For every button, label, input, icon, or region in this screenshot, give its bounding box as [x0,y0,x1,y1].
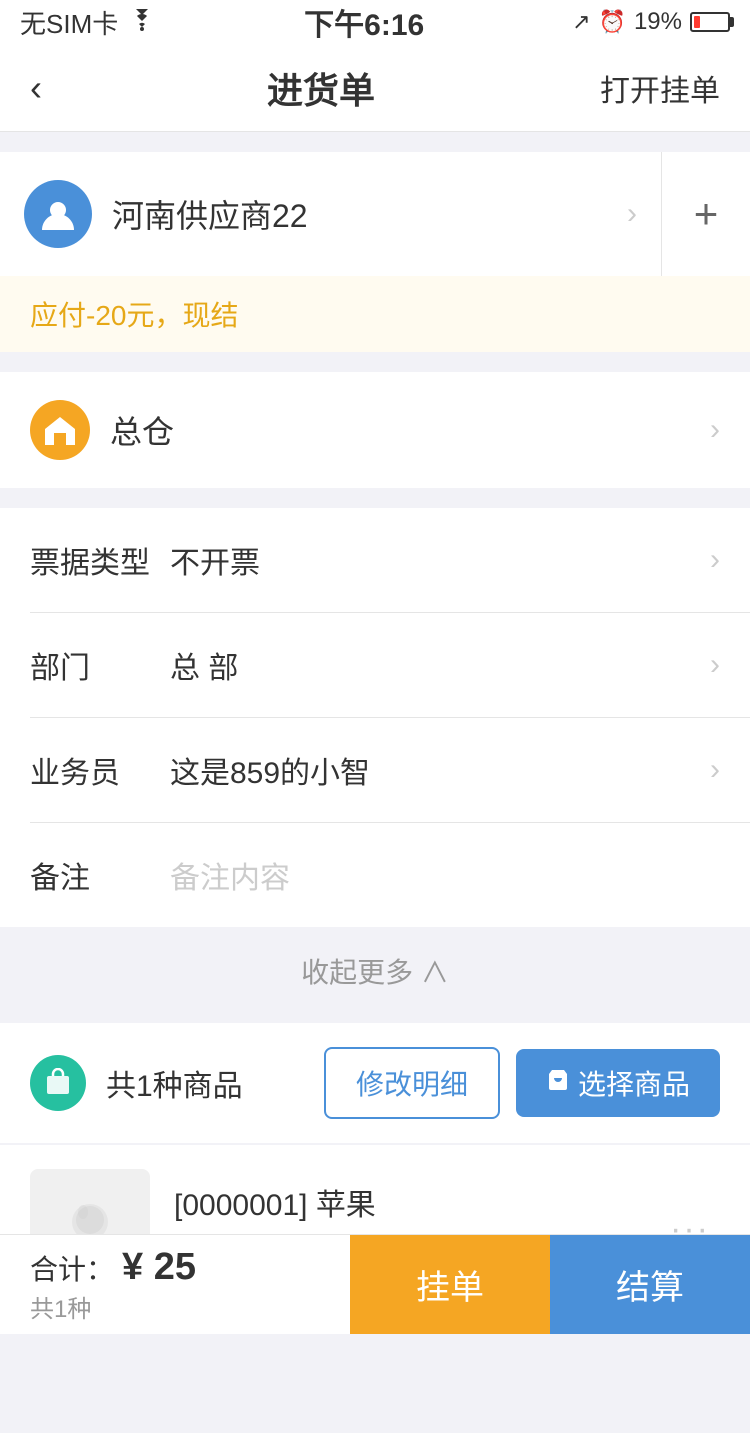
battery-percent: 19% [634,8,682,36]
status-bar: 无SIM卡 下午6:16 ↗ ⏰ 19% [0,0,750,44]
chevron-right-icon: › [627,197,637,231]
collapse-label: 收起更多 ∧ [301,951,449,991]
products-count: 共1种商品 [106,1061,324,1105]
select-product-button[interactable]: 选择商品 [516,1049,720,1117]
status-carrier: 无SIM卡 [20,4,156,41]
bottom-bar: 合计： ¥ 25 共1种 挂单 结算 [0,1234,750,1334]
supplier-name: 河南供应商22 [112,191,617,237]
notice-banner: 应付-20元，现结 [0,276,750,352]
status-indicators: ↗ ⏰ 19% [572,8,730,36]
wifi-icon [128,7,156,38]
department-value: 总 部 [170,643,700,687]
form-section: 票据类型 不开票 › 部门 总 部 › 业务员 这是859的小智 [0,508,750,927]
total-count: 共1种 [30,1289,320,1324]
total-value: ¥ 25 [122,1246,196,1289]
edit-detail-button[interactable]: 修改明细 [324,1047,500,1119]
chevron-right-icon: › [710,648,720,682]
open-pending-button[interactable]: 打开挂单 [600,66,720,110]
ticket-type-label: 票据类型 [30,538,170,582]
ticket-type-row[interactable]: 票据类型 不开票 › [0,508,750,612]
alarm-icon: ⏰ [599,9,626,35]
supplier-avatar [24,180,92,248]
warehouse-row[interactable]: 总仓 › [0,372,750,488]
supplier-select-row[interactable]: 河南供应商22 › [0,152,662,276]
ticket-type-value: 不开票 [170,538,700,582]
salesperson-value: 这是859的小智 [170,748,700,792]
warehouse-name: 总仓 [110,407,700,453]
chevron-right-icon: › [710,753,720,787]
checkout-button[interactable]: 结算 [550,1235,750,1334]
department-label: 部门 [30,643,170,687]
notice-text: 应付-20元，现结 [30,300,238,331]
remark-row[interactable]: 备注 备注内容 [0,823,750,927]
page-title: 进货单 [267,62,375,114]
salesperson-label: 业务员 [30,748,170,792]
supplier-section: 河南供应商22 › + [0,152,750,276]
battery-icon [690,12,730,32]
add-supplier-button[interactable]: + [662,152,750,276]
total-section: 合计： ¥ 25 共1种 [0,1235,350,1334]
status-time: 下午6:16 [304,0,424,44]
products-icon [30,1055,86,1111]
cart-icon [546,1067,570,1099]
nav-bar: ‹ 进货单 打开挂单 [0,44,750,132]
total-label: 合计： [30,1248,114,1288]
salesperson-row[interactable]: 业务员 这是859的小智 › [0,718,750,822]
department-row[interactable]: 部门 总 部 › [0,613,750,717]
back-button[interactable]: ‹ [30,67,42,109]
chevron-right-icon: › [710,543,720,577]
chevron-right-icon: › [710,413,720,447]
hold-order-button[interactable]: 挂单 [350,1235,550,1334]
product-name: [0000001] 苹果 [174,1180,660,1224]
location-icon: ↗ [572,9,590,35]
warehouse-icon [30,400,90,460]
remark-input[interactable]: 备注内容 [170,853,720,897]
products-header: 共1种商品 修改明细 选择商品 [0,1023,750,1143]
remark-label: 备注 [30,853,170,897]
collapse-bar[interactable]: 收起更多 ∧ [0,927,750,1015]
